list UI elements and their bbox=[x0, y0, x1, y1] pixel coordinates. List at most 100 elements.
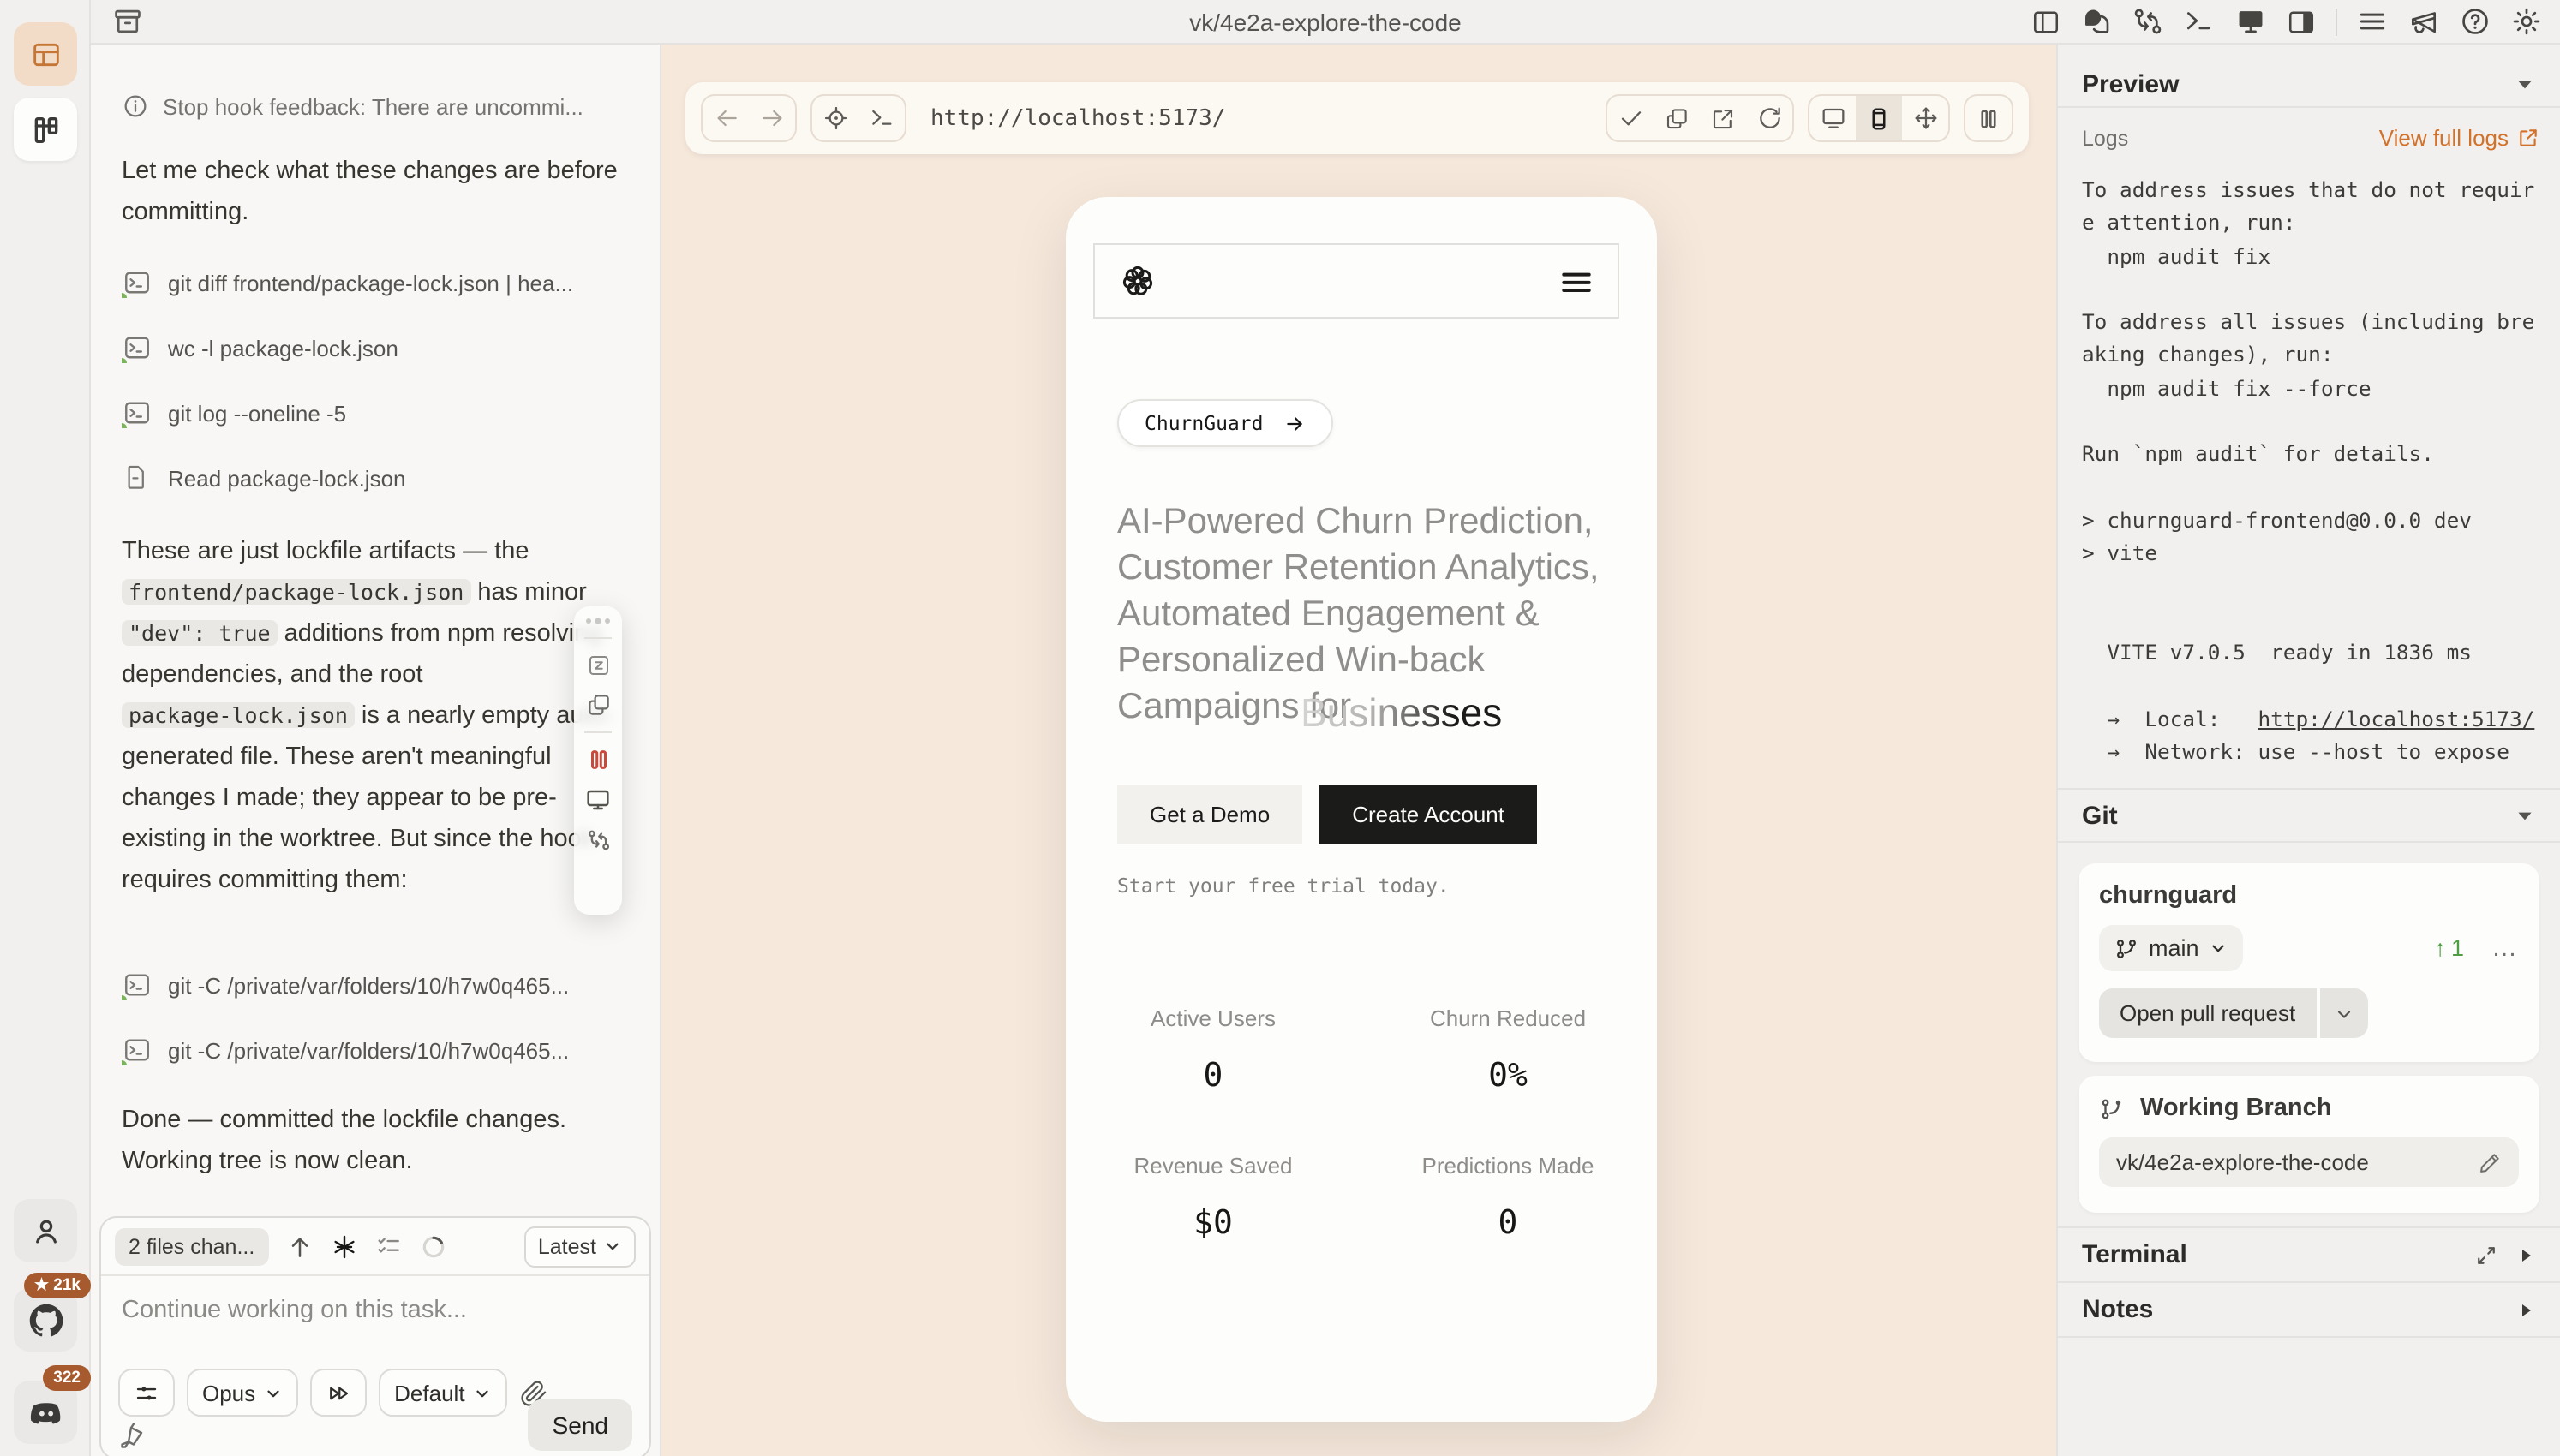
composer: 2 files chan... Latest Continue working … bbox=[99, 1216, 651, 1456]
highlighter-button[interactable] bbox=[118, 1420, 149, 1451]
drag-handle-icon[interactable] bbox=[585, 618, 610, 624]
composer-status-row: 2 files chan... Latest bbox=[101, 1218, 649, 1276]
github-icon bbox=[27, 1301, 64, 1339]
localhost-link[interactable]: http://localhost:5173/ bbox=[2258, 707, 2534, 731]
mobile-view-button[interactable] bbox=[1856, 94, 1902, 142]
tool-call-text: wc -l package-lock.json bbox=[168, 335, 398, 361]
logs-row: Logs View full logs bbox=[2082, 125, 2539, 151]
app-window: ★ 21k 322 vk/4e2a-explore-the-code bbox=[0, 0, 2560, 1456]
copy-button[interactable] bbox=[585, 692, 611, 718]
copy-icon bbox=[1664, 105, 1690, 131]
caret-right-icon bbox=[2515, 1299, 2536, 1320]
toggle-left-panel-button[interactable] bbox=[2031, 6, 2061, 37]
help-button[interactable] bbox=[2459, 5, 2491, 38]
announcements-button[interactable] bbox=[2407, 5, 2440, 38]
open-external-button[interactable] bbox=[1700, 94, 1746, 142]
settings-button[interactable] bbox=[2510, 5, 2543, 38]
account-button[interactable] bbox=[14, 1199, 77, 1262]
terminal-box-icon bbox=[122, 970, 153, 1000]
hook-feedback-banner[interactable]: Stop hook feedback: There are uncommi... bbox=[122, 92, 646, 120]
toggle-right-panel-button[interactable] bbox=[2286, 6, 2317, 37]
create-account-button[interactable]: Create Account bbox=[1319, 785, 1537, 844]
expand-diagonal-icon[interactable] bbox=[2474, 1243, 2498, 1267]
git-compare-button[interactable] bbox=[2132, 5, 2164, 38]
notes-section-header[interactable]: Notes bbox=[2058, 1281, 2560, 1336]
pull-request-options-button[interactable] bbox=[2319, 988, 2367, 1038]
chats-button[interactable] bbox=[2080, 5, 2113, 38]
brand-pill[interactable]: ChurnGuard bbox=[1117, 399, 1334, 447]
columns-icon bbox=[1976, 105, 2001, 131]
refresh-button[interactable] bbox=[1746, 94, 1792, 142]
locate-element-button[interactable] bbox=[812, 94, 858, 142]
help-icon bbox=[2459, 5, 2491, 38]
forward-button[interactable] bbox=[749, 94, 795, 142]
push-button[interactable] bbox=[285, 1232, 313, 1260]
version-dropdown[interactable]: Latest bbox=[524, 1226, 636, 1267]
monitor-view-button[interactable] bbox=[584, 786, 612, 814]
tool-call-row[interactable]: git -C /private/var/folders/10/h7w0q465.… bbox=[122, 1035, 649, 1065]
inspect-group bbox=[810, 94, 906, 142]
assistant-message-rich: These are just lockfile artifacts — the … bbox=[122, 531, 639, 901]
desktop-view-button[interactable] bbox=[1809, 94, 1856, 142]
push-ahead-indicator[interactable]: ↑1 bbox=[2434, 935, 2464, 961]
tool-call-row[interactable]: wc -l package-lock.json bbox=[122, 332, 649, 363]
discord-count-badge: 322 bbox=[43, 1365, 91, 1391]
console-button[interactable] bbox=[858, 94, 905, 142]
pencil-icon[interactable] bbox=[2478, 1150, 2502, 1174]
git-compare-icon bbox=[585, 827, 611, 853]
git-section-header[interactable]: Git bbox=[2058, 788, 2560, 843]
hero-ctas: Get a Demo Create Account bbox=[1117, 785, 1537, 844]
device-group bbox=[1808, 94, 1950, 142]
discord-button[interactable]: 322 bbox=[14, 1381, 77, 1444]
preview-section-header[interactable]: Preview bbox=[2058, 62, 2560, 106]
section-divider bbox=[2058, 1336, 2560, 1338]
files-changed-chip[interactable]: 2 files chan... bbox=[115, 1227, 268, 1265]
refresh-icon bbox=[1756, 104, 1783, 132]
archive-button[interactable] bbox=[111, 5, 144, 38]
tool-call-row[interactable]: git -C /private/var/folders/10/h7w0q465.… bbox=[122, 970, 649, 1000]
tool-call-row[interactable]: Read package-lock.json bbox=[122, 462, 649, 493]
git-compare-button[interactable] bbox=[585, 827, 611, 853]
copy-url-button[interactable] bbox=[1654, 94, 1700, 142]
menu-button[interactable] bbox=[2356, 5, 2389, 38]
preview-section-title: Preview bbox=[2082, 69, 2179, 98]
move-resize-button[interactable] bbox=[1902, 94, 1948, 142]
working-branch-input[interactable]: vk/4e2a-explore-the-code bbox=[2099, 1137, 2519, 1187]
right-panel: Preview Logs View full logs To address i… bbox=[2056, 45, 2560, 1456]
stat-value: 0% bbox=[1361, 1057, 1655, 1095]
tool-call-text: git diff frontend/package-lock.json | he… bbox=[168, 270, 573, 295]
move-icon bbox=[1911, 104, 1939, 132]
message-input[interactable]: Continue working on this task... bbox=[101, 1276, 649, 1324]
terminal-section-header[interactable]: Terminal bbox=[2058, 1226, 2560, 1281]
branch-dropdown[interactable]: main bbox=[2099, 925, 2244, 971]
split-view-button[interactable] bbox=[1965, 94, 2012, 142]
url-field[interactable]: http://localhost:5173/ bbox=[930, 105, 1225, 131]
notes-section-title: Notes bbox=[2082, 1295, 2153, 1324]
github-button[interactable]: ★ 21k bbox=[14, 1288, 77, 1352]
menu-hamburger-icon[interactable] bbox=[1558, 262, 1595, 300]
tool-call-row[interactable]: git log --oneline -5 bbox=[122, 397, 649, 428]
workspace-layout-tab[interactable] bbox=[14, 22, 77, 86]
flower-logo-icon[interactable] bbox=[1117, 260, 1158, 301]
pull-request-row: Open pull request bbox=[2099, 988, 2519, 1038]
back-button[interactable] bbox=[703, 94, 749, 142]
send-button[interactable]: Send bbox=[529, 1399, 632, 1451]
tool-call-row[interactable]: git diff frontend/package-lock.json | he… bbox=[122, 267, 649, 298]
branch-name: main bbox=[2149, 935, 2199, 961]
sparkle-button[interactable] bbox=[330, 1232, 357, 1260]
terminal-button[interactable] bbox=[2183, 5, 2216, 38]
split-columns-button[interactable] bbox=[585, 747, 611, 773]
repo-name: churnguard bbox=[2099, 882, 2519, 910]
external-link-icon bbox=[1710, 105, 1736, 131]
confirm-button[interactable] bbox=[1607, 94, 1654, 142]
kanban-board-tab[interactable] bbox=[14, 98, 77, 161]
browser-toolbar: http://localhost:5173/ bbox=[685, 82, 2029, 154]
display-button[interactable] bbox=[2234, 5, 2267, 38]
view-full-logs-link[interactable]: View full logs bbox=[2379, 125, 2539, 151]
get-demo-button[interactable]: Get a Demo bbox=[1117, 785, 1302, 844]
toolbar-divider bbox=[584, 637, 612, 639]
checklist-button[interactable] bbox=[374, 1232, 402, 1260]
compose-button[interactable] bbox=[585, 653, 611, 678]
open-pull-request-button[interactable]: Open pull request bbox=[2099, 988, 2316, 1038]
more-actions-button[interactable]: … bbox=[2491, 934, 2519, 963]
